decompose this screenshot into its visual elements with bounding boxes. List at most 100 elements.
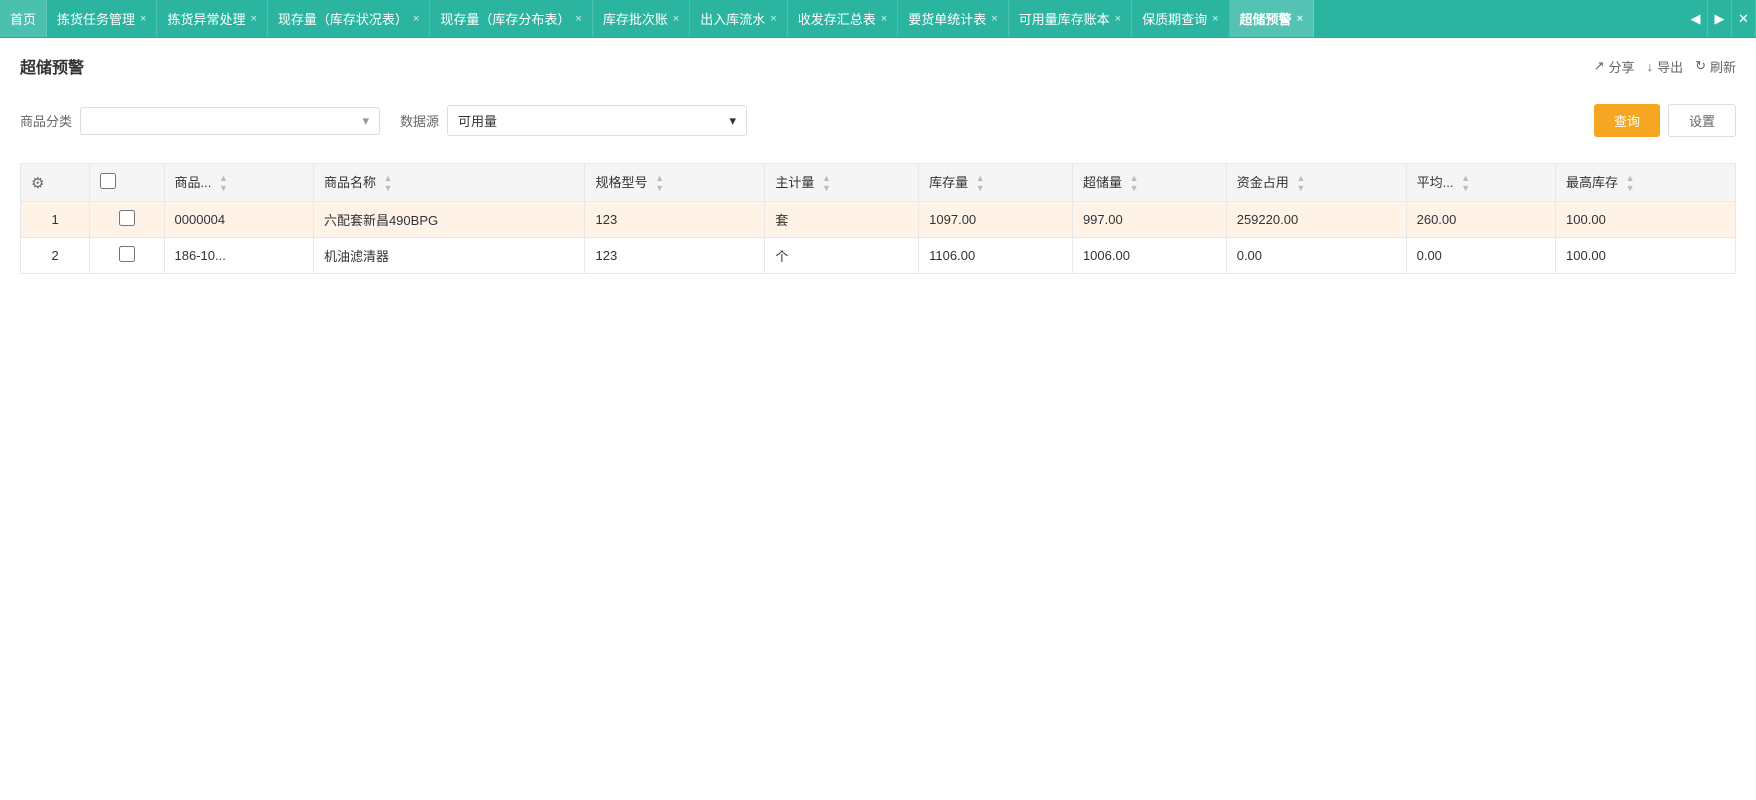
category-chevron-icon: ▾ xyxy=(362,113,369,129)
share-button[interactable]: ↗ 分享 xyxy=(1594,57,1635,76)
cell-unit: 套 xyxy=(765,202,919,238)
sort-icon-overstock: ▲▼ xyxy=(1130,174,1139,193)
nav-item-expiry-query[interactable]: 保质期查询× xyxy=(1132,0,1229,38)
table-body: 10000004六配套新昌490BPG123套1097.00997.002592… xyxy=(21,202,1736,274)
nav-close-btn-order-stats[interactable]: × xyxy=(991,13,997,25)
table-row: 10000004六配套新昌490BPG123套1097.00997.002592… xyxy=(21,202,1736,238)
cell-product_code: 0000004 xyxy=(164,202,313,238)
nav-close-btn-abnormal-proc[interactable]: × xyxy=(250,13,256,25)
refresh-label: 刷新 xyxy=(1710,57,1736,76)
top-navigation: 首页拣货任务管理×拣货异常处理×现存量（库存状况表）×现存量（库存分布表）×库存… xyxy=(0,0,1756,38)
col-header-product_name[interactable]: 商品名称 ▲▼ xyxy=(313,164,585,202)
share-icon: ↗ xyxy=(1594,58,1605,74)
col-header-spec[interactable]: 规格型号 ▲▼ xyxy=(585,164,765,202)
export-button[interactable]: ↓ 导出 xyxy=(1647,57,1684,76)
col-header-unit[interactable]: 主计量 ▲▼ xyxy=(765,164,919,202)
cell-avg: 0.00 xyxy=(1406,238,1555,274)
col-header-capital_occ[interactable]: 资金占用 ▲▼ xyxy=(1226,164,1406,202)
settings-button[interactable]: 设置 xyxy=(1668,104,1736,137)
nav-close-btn-recv-send-summary[interactable]: × xyxy=(881,13,887,25)
nav-prev-arrow[interactable]: ◀ xyxy=(1684,0,1708,38)
col-header-max_stock[interactable]: 最高库存 ▲▼ xyxy=(1556,164,1736,202)
nav-item-task-mgmt[interactable]: 拣货任务管理× xyxy=(47,0,157,38)
nav-close-arrow[interactable]: ✕ xyxy=(1732,0,1756,38)
sort-icon-avg: ▲▼ xyxy=(1461,174,1470,193)
share-label: 分享 xyxy=(1609,57,1635,76)
table-row: 2186-10...机油滤清器123个1106.001006.000.000.0… xyxy=(21,238,1736,274)
nav-close-btn-available-ledger[interactable]: × xyxy=(1115,13,1121,25)
row-number: 1 xyxy=(21,202,90,238)
datasource-select-text: 可用量 xyxy=(458,111,729,130)
sort-icon-capital_occ: ▲▼ xyxy=(1296,174,1305,193)
category-label: 商品分类 xyxy=(20,111,72,130)
table-header: ⚙ 商品... ▲▼商品名称 ▲▼规格型号 ▲▼主计量 ▲▼库存量 ▲▼超储量 ▲… xyxy=(21,164,1736,202)
cell-product_name: 机油滤清器 xyxy=(313,238,585,274)
page-title-row: 超储预警 ↗ 分享 ↓ 导出 ↻ 刷新 xyxy=(20,54,1736,78)
sort-icon-inventory: ▲▼ xyxy=(976,174,985,193)
row-checkbox-cell xyxy=(90,202,164,238)
export-label: 导出 xyxy=(1657,57,1683,76)
nav-item-inventory-status[interactable]: 现存量（库存状况表）× xyxy=(268,0,430,38)
cell-spec: 123 xyxy=(585,202,765,238)
nav-close-btn-inout-flow[interactable]: × xyxy=(770,13,776,25)
nav-close-btn-inventory-dist[interactable]: × xyxy=(575,13,581,25)
cell-max_stock: 100.00 xyxy=(1556,238,1736,274)
select-all-checkbox[interactable] xyxy=(100,173,116,189)
cell-spec: 123 xyxy=(585,238,765,274)
cell-product_code: 186-10... xyxy=(164,238,313,274)
data-table: ⚙ 商品... ▲▼商品名称 ▲▼规格型号 ▲▼主计量 ▲▼库存量 ▲▼超储量 ▲… xyxy=(20,163,1736,274)
cell-overstock: 997.00 xyxy=(1072,202,1226,238)
row-select-checkbox[interactable] xyxy=(119,246,135,262)
sort-icon-product_code: ▲▼ xyxy=(219,174,228,193)
cell-inventory: 1106.00 xyxy=(919,238,1073,274)
col-header-avg[interactable]: 平均... ▲▼ xyxy=(1406,164,1555,202)
col-header-overstock[interactable]: 超储量 ▲▼ xyxy=(1072,164,1226,202)
nav-item-overstock-alert[interactable]: 超储预警× xyxy=(1230,0,1314,38)
nav-item-home[interactable]: 首页 xyxy=(0,0,47,38)
refresh-button[interactable]: ↻ 刷新 xyxy=(1695,57,1736,76)
cell-capital_occ: 0.00 xyxy=(1226,238,1406,274)
datasource-chevron-icon: ▾ xyxy=(730,113,737,129)
datasource-select[interactable]: 可用量 ▾ xyxy=(447,105,747,136)
cell-max_stock: 100.00 xyxy=(1556,202,1736,238)
nav-item-available-ledger[interactable]: 可用量库存账本× xyxy=(1009,0,1132,38)
nav-close-btn-overstock-alert[interactable]: × xyxy=(1297,13,1303,25)
title-actions: ↗ 分享 ↓ 导出 ↻ 刷新 xyxy=(1594,57,1736,76)
nav-close-btn-expiry-query[interactable]: × xyxy=(1212,13,1218,25)
row-checkbox-cell xyxy=(90,238,164,274)
col-header-gear: ⚙ xyxy=(21,164,90,202)
category-filter: 商品分类 ▾ xyxy=(20,107,380,135)
nav-next-arrow[interactable]: ▶ xyxy=(1708,0,1732,38)
nav-item-inout-flow[interactable]: 出入库流水× xyxy=(690,0,787,38)
sort-icon-product_name: ▲▼ xyxy=(384,174,393,193)
nav-item-recv-send-summary[interactable]: 收发存汇总表× xyxy=(788,0,898,38)
category-select[interactable]: ▾ xyxy=(80,107,380,135)
export-icon: ↓ xyxy=(1647,59,1654,74)
nav-item-inventory-dist[interactable]: 现存量（库存分布表）× xyxy=(430,0,592,38)
cell-unit: 个 xyxy=(765,238,919,274)
nav-close-btn-inventory-status[interactable]: × xyxy=(413,13,419,25)
query-button[interactable]: 查询 xyxy=(1594,104,1660,137)
datasource-label: 数据源 xyxy=(400,111,439,130)
sort-icon-max_stock: ▲▼ xyxy=(1626,174,1635,193)
refresh-icon: ↻ xyxy=(1695,58,1706,74)
nav-close-btn-task-mgmt[interactable]: × xyxy=(140,13,146,25)
col-header-product_code[interactable]: 商品... ▲▼ xyxy=(164,164,313,202)
row-number: 2 xyxy=(21,238,90,274)
nav-item-order-stats[interactable]: 要货单统计表× xyxy=(898,0,1008,38)
cell-avg: 260.00 xyxy=(1406,202,1555,238)
cell-inventory: 1097.00 xyxy=(919,202,1073,238)
page-content: 超储预警 ↗ 分享 ↓ 导出 ↻ 刷新 商品分类 ▾ xyxy=(0,38,1756,290)
sort-icon-spec: ▲▼ xyxy=(655,174,664,193)
cell-overstock: 1006.00 xyxy=(1072,238,1226,274)
nav-item-inventory-batch[interactable]: 库存批次账× xyxy=(593,0,690,38)
filter-actions: 查询 设置 xyxy=(1594,104,1736,137)
nav-close-btn-inventory-batch[interactable]: × xyxy=(673,13,679,25)
row-select-checkbox[interactable] xyxy=(119,210,135,226)
filter-row: 商品分类 ▾ 数据源 可用量 ▾ 查询 设置 xyxy=(20,94,1736,147)
gear-settings-icon[interactable]: ⚙ xyxy=(31,175,44,192)
sort-icon-unit: ▲▼ xyxy=(822,174,831,193)
datasource-filter: 数据源 可用量 ▾ xyxy=(400,105,747,136)
col-header-inventory[interactable]: 库存量 ▲▼ xyxy=(919,164,1073,202)
nav-item-abnormal-proc[interactable]: 拣货异常处理× xyxy=(157,0,267,38)
